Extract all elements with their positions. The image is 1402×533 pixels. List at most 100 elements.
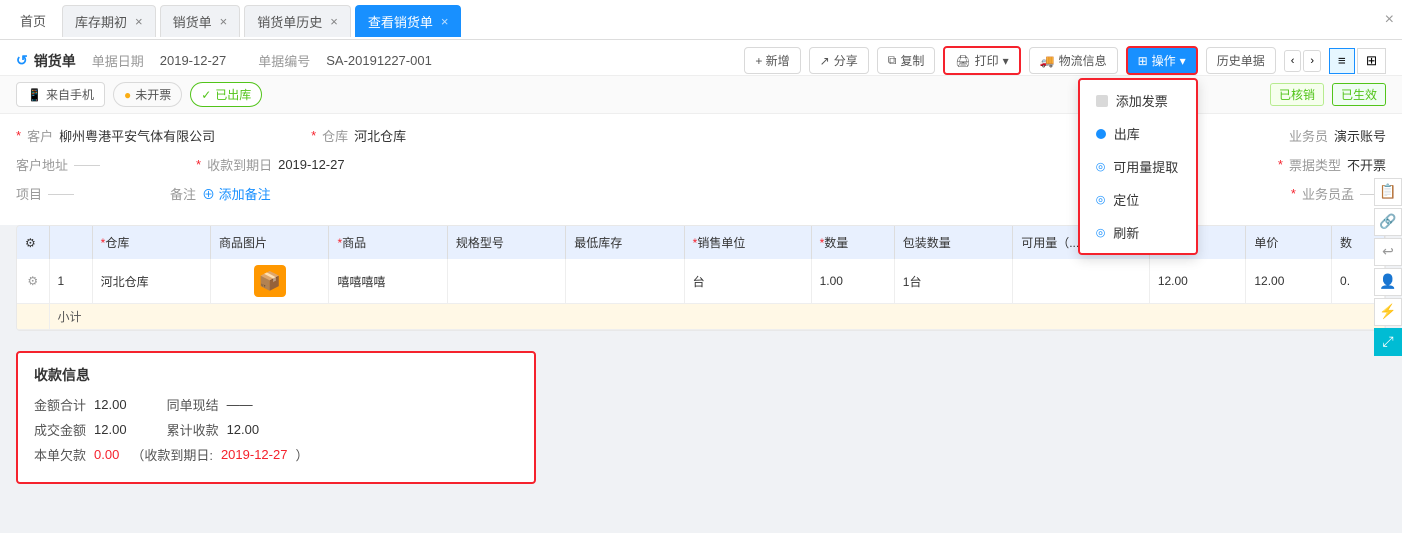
tab-view-sales-close[interactable]: × [441, 14, 449, 29]
sidebar-icon-return[interactable]: ↩ [1374, 238, 1402, 266]
menu-item-locate[interactable]: ◎ 定位 [1080, 183, 1196, 216]
operations-menu: 添加发票 出库 ◎ 可用量提取 ◎ 定位 ◎ [1078, 78, 1198, 255]
col-qty: *数量 [811, 226, 894, 259]
tab-sales[interactable]: 销货单 × [160, 5, 241, 37]
subtotal-gear [17, 304, 49, 330]
menu-item-add-invoice[interactable]: 添加发票 [1080, 84, 1196, 117]
view-list-button[interactable]: ≡ [1329, 48, 1355, 74]
payment-item-same-order: 同单现结 —— [167, 395, 253, 414]
add-note-button[interactable]: ⊕ 添加备注 [202, 184, 271, 203]
tab-home[interactable]: 首页 [8, 5, 58, 36]
cumulative-label: 累计收款 [167, 420, 219, 439]
prev-button[interactable]: ‹ [1284, 50, 1302, 72]
date-label: 单据日期 [92, 51, 144, 70]
print-label: 打印 [975, 52, 999, 69]
tab-inventory-label: 库存期初 [75, 12, 127, 31]
menu-item-outbound[interactable]: 出库 [1080, 117, 1196, 150]
due-date-field: * 收款到期日 2019-12-27 [196, 155, 345, 174]
tab-history-label: 销货单历史 [257, 12, 322, 31]
cell-price: 12.00 [1246, 259, 1332, 304]
sidebar-icon-expand[interactable]: ⤢ [1374, 328, 1402, 356]
view-toggle: ≡ ⊞ [1329, 48, 1386, 74]
payment-item-cumulative: 累计收款 12.00 [167, 420, 260, 439]
ticket-status-button[interactable]: ● 未开票 [113, 82, 182, 107]
tab-history-close[interactable]: × [330, 14, 338, 29]
payment-item-total: 金额合计 12.00 [34, 395, 127, 414]
new-button[interactable]: + 新增 [744, 47, 800, 74]
cell-gear: ⚙ [17, 259, 49, 304]
note-field: 备注 ⊕ 添加备注 [170, 184, 271, 203]
effective-badge: 已生效 [1332, 83, 1386, 106]
form-header-row: ↺ 销货单 单据日期 2019-12-27 单据编号 SA-20191227-0… [0, 40, 1402, 76]
verified-badge: 已核销 [1270, 83, 1324, 106]
deal-value: 12.00 [94, 422, 127, 437]
note-label: 备注 [170, 184, 196, 203]
history-button[interactable]: 历史单据 [1206, 47, 1276, 74]
view-grid-button[interactable]: ⊞ [1357, 48, 1386, 74]
outbound-status-label: 已出库 [215, 86, 251, 103]
logistics-icon: 🚚 [1040, 54, 1055, 68]
nav-arrows: ‹ › [1284, 50, 1321, 72]
table-row: ⚙ 1 河北仓库 📦 嘻嘻嘻嘻 台 1.00 1台 12.00 [17, 259, 1385, 304]
col-spec: 规格型号 [447, 226, 565, 259]
copy-button[interactable]: ⧉ 复制 [877, 47, 936, 74]
cumulative-value: 12.00 [227, 422, 260, 437]
sidebar-icon-bolt[interactable]: ⚡ [1374, 298, 1402, 326]
cell-pack-qty: 1台 [894, 259, 1012, 304]
col-pack-qty: 包装数量 [894, 226, 1012, 259]
tab-inventory-close[interactable]: × [135, 14, 143, 29]
address-field: 客户地址 —— [16, 155, 100, 174]
payment-item-due: 本单欠款 0.00 （收款到期日: 2019-12-27 ） [34, 445, 308, 464]
menu-item-refresh[interactable]: ◎ 刷新 [1080, 216, 1196, 249]
tab-inventory[interactable]: 库存期初 × [62, 5, 156, 37]
tab-history[interactable]: 销货单历史 × [244, 5, 351, 37]
logistics-button[interactable]: 🚚 物流信息 [1029, 47, 1118, 74]
new-label: + 新增 [755, 52, 789, 69]
menu-item-outbound-label: 出库 [1114, 124, 1140, 143]
operations-dropdown-arrow: ▾ [1180, 54, 1186, 68]
same-order-value: —— [227, 397, 253, 412]
operations-button[interactable]: ⊞ 操作 ▾ [1126, 46, 1198, 75]
view-grid-icon: ⊞ [1366, 53, 1377, 68]
sidebar-icon-doc[interactable]: 📋 [1374, 178, 1402, 206]
staff-value: 演示账号 [1334, 126, 1386, 145]
form-title-text: 销货单 [34, 51, 76, 71]
due-date-label: 收款到期日 [207, 155, 272, 174]
share-label: 分享 [834, 52, 858, 69]
due-value: 0.00 [94, 447, 119, 462]
tab-view-sales[interactable]: 查看销货单 × [355, 5, 462, 37]
logistics-label: 物流信息 [1059, 52, 1107, 69]
ticket-field: * 票据类型 不开票 [1278, 155, 1386, 174]
ticket-status-label: 未开票 [135, 86, 171, 103]
from-mobile-label: 来自手机 [46, 86, 94, 103]
cell-qty: 1.00 [811, 259, 894, 304]
copy-label: 复制 [900, 52, 924, 69]
sidebar-icon-link[interactable]: 🔗 [1374, 208, 1402, 236]
share-button[interactable]: ↗ 分享 [809, 47, 869, 74]
outbound-status-button[interactable]: ✓ 已出库 [190, 82, 262, 107]
deal-label: 成交金额 [34, 420, 86, 439]
due-note: （收款到期日: [131, 445, 213, 464]
from-mobile-button[interactable]: 📱 来自手机 [16, 82, 105, 107]
same-order-label: 同单现结 [167, 395, 219, 414]
tab-home-label: 首页 [20, 11, 46, 30]
copy-icon: ⧉ [888, 53, 897, 68]
subtotal-row: 小计 [17, 304, 1385, 330]
print-button[interactable]: 🖨 打印 ▾ [943, 46, 1020, 75]
staff2-label: 业务员孟 [1302, 184, 1354, 203]
due-note-close: ） [295, 445, 308, 464]
payment-row-2: 成交金额 12.00 累计收款 12.00 [34, 420, 518, 439]
staff-field: 业务员 演示账号 [1289, 126, 1386, 145]
history-label: 历史单据 [1217, 52, 1265, 69]
address-value: —— [74, 157, 100, 172]
tab-sales-close[interactable]: × [220, 14, 228, 29]
address-label: 客户地址 [16, 155, 68, 174]
project-value: —— [48, 186, 74, 201]
next-button[interactable]: › [1303, 50, 1321, 72]
menu-item-available-qty[interactable]: ◎ 可用量提取 [1080, 150, 1196, 183]
total-value: 12.00 [94, 397, 127, 412]
window-close-button[interactable]: × [1385, 11, 1394, 29]
warehouse-value: 河北仓库 [354, 126, 406, 145]
form-meta: 单据日期 2019-12-27 单据编号 SA-20191227-001 [92, 51, 432, 70]
sidebar-icon-user[interactable]: 👤 [1374, 268, 1402, 296]
